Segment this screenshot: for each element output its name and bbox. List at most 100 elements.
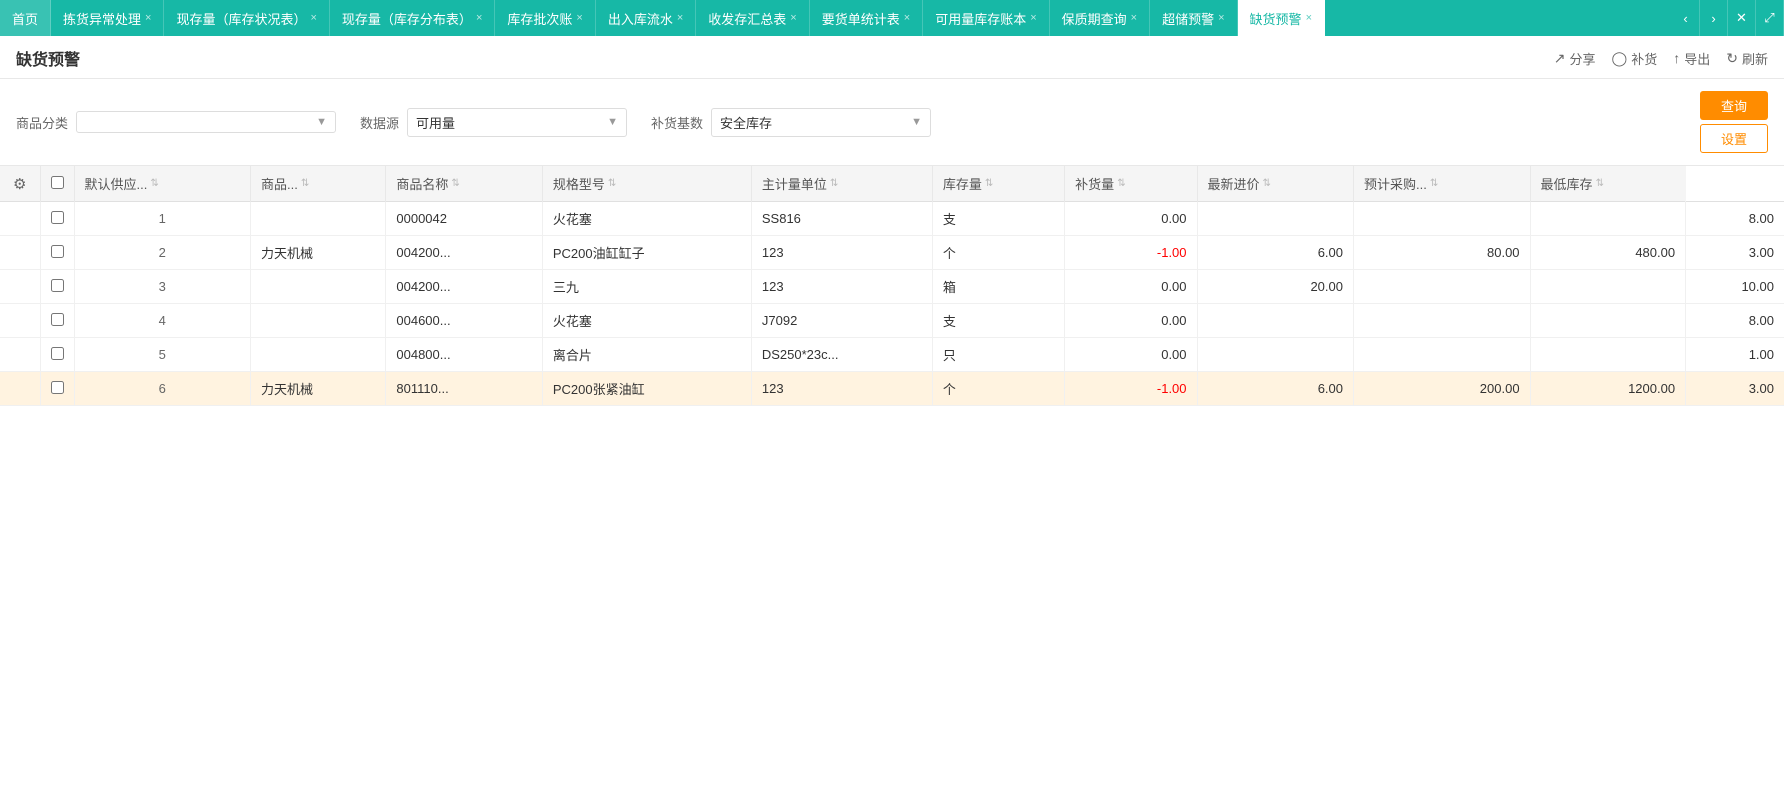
tab-close-icon[interactable]: × (145, 12, 151, 24)
th-sort-replenish[interactable]: 补货量 ⇅ (1075, 174, 1186, 193)
td-check-5 (40, 372, 74, 406)
row-checkbox-1[interactable] (51, 245, 64, 258)
row-checkbox-3[interactable] (51, 313, 64, 326)
tab-close-icon[interactable]: × (1030, 12, 1036, 24)
tab-close-icon[interactable]: × (476, 12, 482, 24)
tab-expand-btn[interactable]: ⤢ (1756, 0, 1784, 36)
td-unit-5: 个 (932, 372, 1064, 406)
main-area: 缺货预警 ↗ 分享 ◯ 补货 ↑ 导出 ↻ 刷新 (0, 36, 1784, 796)
tab-close-icon[interactable]: × (1218, 12, 1224, 24)
td-min-0: 8.00 (1686, 202, 1784, 236)
tab-expiry-query[interactable]: 保质期查询× (1050, 0, 1150, 36)
tab-batch-account[interactable]: 库存批次账× (495, 0, 595, 36)
header-actions: ↗ 分享 ◯ 补货 ↑ 导出 ↻ 刷新 (1554, 49, 1768, 68)
sort-stock-icon: ⇅ (985, 178, 993, 189)
th-sort-min[interactable]: 最低库存 ⇅ (1541, 174, 1676, 193)
datasource-select[interactable]: 可用量 ▼ (407, 108, 627, 137)
row-checkbox-0[interactable] (51, 211, 64, 224)
tab-defect-exception[interactable]: 拣货异常处理× (51, 0, 164, 36)
th-sort-spec[interactable]: 规格型号 ⇅ (553, 174, 741, 193)
sort-min-icon: ⇅ (1596, 178, 1604, 189)
td-replenish-2: 20.00 (1197, 270, 1353, 304)
td-stock-0: 0.00 (1065, 202, 1197, 236)
tab-home[interactable]: 首页 (0, 0, 51, 36)
td-est-4 (1530, 338, 1686, 372)
tab-close-icon[interactable]: × (904, 12, 910, 24)
tab-inventory-dist[interactable]: 现存量（库存分布表）× (330, 0, 495, 36)
tab-prev-btn[interactable]: ‹ (1672, 0, 1700, 36)
sort-est-icon: ⇅ (1430, 178, 1438, 189)
tab-close-icon[interactable]: × (677, 12, 683, 24)
th-sort-price[interactable]: 最新进价 ⇅ (1208, 174, 1343, 193)
sort-code-icon: ⇅ (301, 178, 309, 189)
th-stock: 库存量 ⇅ (932, 166, 1064, 202)
replenish-base-select[interactable]: 安全库存 ▼ (711, 108, 931, 137)
td-check-0 (40, 202, 74, 236)
td-stock-5: -1.00 (1065, 372, 1197, 406)
td-gear-1 (0, 236, 40, 270)
td-spec-3: J7092 (751, 304, 932, 338)
export-btn[interactable]: ↑ 导出 (1673, 49, 1710, 68)
th-sort-stock[interactable]: 库存量 ⇅ (943, 174, 1054, 193)
tab-next-btn[interactable]: › (1700, 0, 1728, 36)
datasource-dropdown-arrow: ▼ (607, 116, 618, 128)
tab-close-btn[interactable]: ✕ (1728, 0, 1756, 36)
row-checkbox-2[interactable] (51, 279, 64, 292)
td-num-2: 3 (74, 270, 251, 304)
tab-receipt-summary[interactable]: 收发存汇总表× (696, 0, 809, 36)
td-est-1: 480.00 (1530, 236, 1686, 270)
sort-price-icon: ⇅ (1263, 178, 1271, 189)
th-sort-unit[interactable]: 主计量单位 ⇅ (762, 174, 922, 193)
tab-close-icon[interactable]: × (1306, 12, 1312, 24)
row-checkbox-5[interactable] (51, 381, 64, 394)
th-supplier-label: 默认供应... (85, 174, 148, 193)
category-dropdown-arrow: ▼ (316, 116, 327, 128)
th-sort-name[interactable]: 商品名称 ⇅ (396, 174, 531, 193)
th-product-name: 商品名称 ⇅ (386, 166, 542, 202)
th-check (40, 166, 74, 202)
tab-close-icon[interactable]: × (576, 12, 582, 24)
tab-inout-flow[interactable]: 出入库流水× (596, 0, 696, 36)
share-btn[interactable]: ↗ 分享 (1554, 49, 1596, 68)
settings-button[interactable]: 设置 (1700, 124, 1768, 153)
th-replenish-qty: 补货量 ⇅ (1065, 166, 1197, 202)
th-min-stock: 最低库存 ⇅ (1530, 166, 1686, 202)
select-all-checkbox[interactable] (51, 176, 64, 189)
query-button[interactable]: 查询 (1700, 91, 1768, 120)
tab-avail-ledger[interactable]: 可用量库存账本× (923, 0, 1049, 36)
td-num-0: 1 (74, 202, 251, 236)
tab-overstock[interactable]: 超储预警× (1150, 0, 1237, 36)
tab-demand-stat[interactable]: 要货单统计表 × (810, 0, 923, 36)
td-est-3 (1530, 304, 1686, 338)
th-product-code: 商品... ⇅ (251, 166, 386, 202)
replenish-base-dropdown-arrow: ▼ (911, 116, 922, 128)
th-latest-price: 最新进价 ⇅ (1197, 166, 1353, 202)
tab-label: 要货单统计表 (822, 9, 900, 28)
td-min-4: 1.00 (1686, 338, 1784, 372)
th-sort-est[interactable]: 预计采购... ⇅ (1364, 174, 1520, 193)
tab-close-icon[interactable]: × (790, 12, 796, 24)
row-checkbox-4[interactable] (51, 347, 64, 360)
refresh-btn[interactable]: ↻ 刷新 (1726, 49, 1768, 68)
filter-bar: 商品分类 ▼ 数据源 可用量 ▼ 补货基数 安全库存 ▼ (0, 79, 1784, 166)
replenish-btn[interactable]: ◯ 补货 (1612, 49, 1658, 68)
td-est-5: 1200.00 (1530, 372, 1686, 406)
data-table: ⚙ 默认供应... ⇅ 商品 (0, 166, 1784, 406)
tab-inventory-status[interactable]: 现存量（库存状况表） × (164, 0, 329, 36)
column-settings-icon[interactable]: ⚙ (13, 176, 26, 193)
td-gear-0 (0, 202, 40, 236)
td-name-0: 火花塞 (542, 202, 751, 236)
td-spec-4: DS250*23c... (751, 338, 932, 372)
table-row: 2 力天机械 004200... PC200油缸缸子 123 个 -1.00 6… (0, 236, 1784, 270)
datasource-filter-group: 数据源 可用量 ▼ (360, 108, 627, 137)
th-sort-code[interactable]: 商品... ⇅ (261, 174, 375, 193)
tab-label: 现存量（库存状况表） (176, 9, 306, 28)
th-sort-supplier[interactable]: 默认供应... ⇅ (85, 174, 241, 193)
td-unit-4: 只 (932, 338, 1064, 372)
td-num-5: 6 (74, 372, 251, 406)
tab-shortage[interactable]: 缺货预警× (1238, 0, 1325, 36)
category-select[interactable]: ▼ (76, 111, 336, 133)
td-stock-1: -1.00 (1065, 236, 1197, 270)
tab-close-icon[interactable]: × (310, 12, 316, 24)
tab-close-icon[interactable]: × (1131, 12, 1137, 24)
